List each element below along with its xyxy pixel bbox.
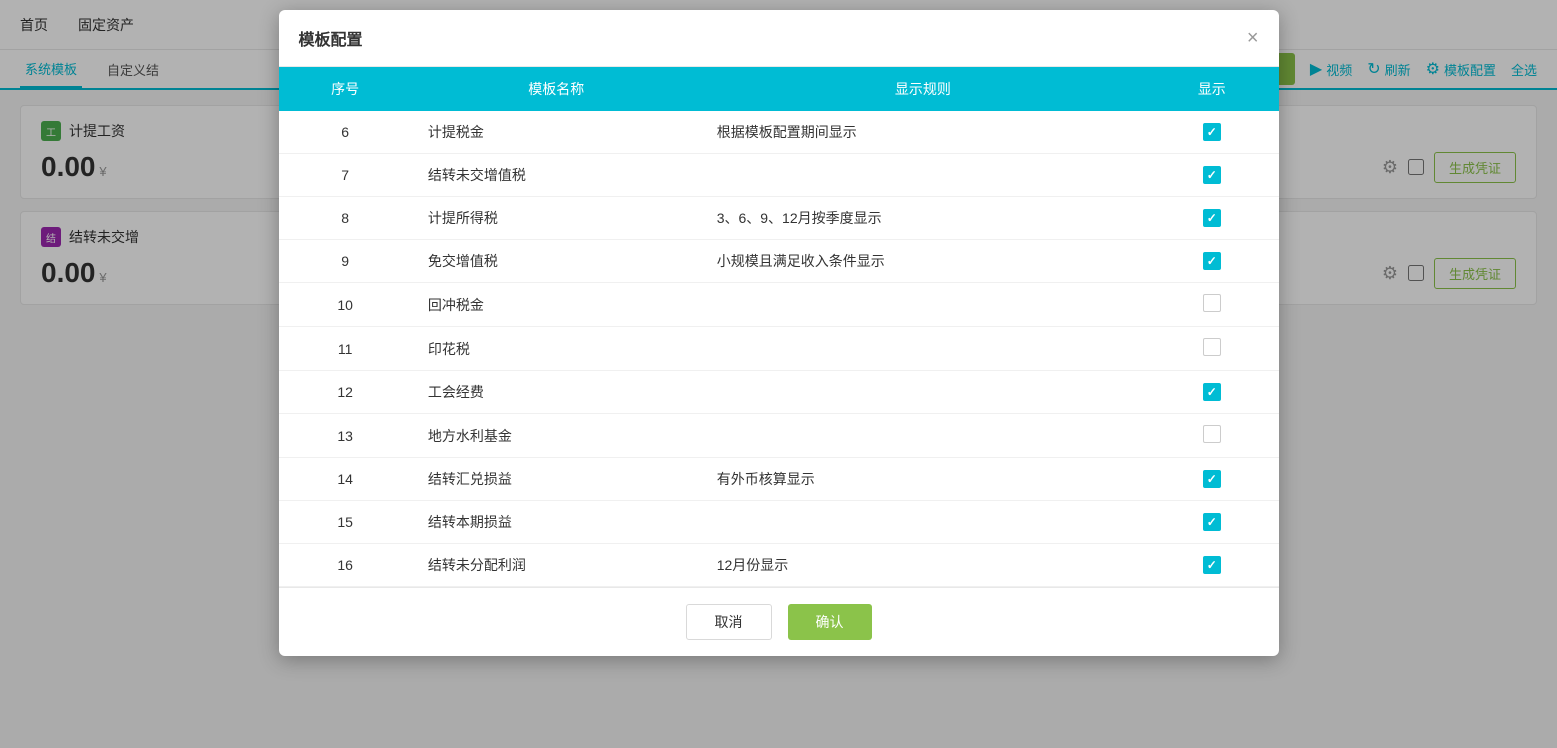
checkbox-15[interactable]	[1203, 513, 1221, 531]
cell-show	[1145, 414, 1278, 458]
config-table: 序号 模板名称 显示规则 显示 6计提税金根据模板配置期间显示7结转未交增值税8…	[279, 67, 1279, 587]
checkbox-8[interactable]	[1203, 209, 1221, 227]
checkbox-13[interactable]	[1203, 425, 1221, 443]
cell-rule	[701, 327, 1145, 371]
cell-name: 印花税	[412, 327, 701, 371]
table-row: 13地方水利基金	[279, 414, 1279, 458]
modal-header: 模板配置 ×	[279, 10, 1279, 67]
table-header-row: 序号 模板名称 显示规则 显示	[279, 67, 1279, 111]
checkbox-12[interactable]	[1203, 383, 1221, 401]
checkbox-7[interactable]	[1203, 166, 1221, 184]
cell-seq: 16	[279, 544, 412, 587]
cell-show	[1145, 240, 1278, 283]
cell-seq: 11	[279, 327, 412, 371]
cell-show	[1145, 111, 1278, 154]
cell-show	[1145, 327, 1278, 371]
checkbox-16[interactable]	[1203, 556, 1221, 574]
checkbox-10[interactable]	[1203, 294, 1221, 312]
cell-show	[1145, 371, 1278, 414]
modal-title: 模板配置	[299, 26, 363, 50]
cell-name: 计提税金	[412, 111, 701, 154]
confirm-button[interactable]: 确认	[788, 604, 872, 640]
cancel-button[interactable]: 取消	[686, 604, 772, 640]
cell-rule: 12月份显示	[701, 544, 1145, 587]
table-row: 15结转本期损益	[279, 501, 1279, 544]
cell-rule	[701, 501, 1145, 544]
col-header-show: 显示	[1145, 67, 1278, 111]
cell-rule	[701, 414, 1145, 458]
table-row: 11印花税	[279, 327, 1279, 371]
cell-rule	[701, 371, 1145, 414]
checkbox-11[interactable]	[1203, 338, 1221, 356]
table-wrapper[interactable]: 序号 模板名称 显示规则 显示 6计提税金根据模板配置期间显示7结转未交增值税8…	[279, 67, 1279, 587]
cell-rule: 小规模且满足收入条件显示	[701, 240, 1145, 283]
modal-template-config: 模板配置 × 序号 模板名称 显示规则 显示 6计提税金根据模板配置期间显	[279, 10, 1279, 656]
modal-body: 序号 模板名称 显示规则 显示 6计提税金根据模板配置期间显示7结转未交增值税8…	[279, 67, 1279, 587]
modal-overlay: 模板配置 × 序号 模板名称 显示规则 显示 6计提税金根据模板配置期间显	[0, 0, 1557, 748]
table-row: 14结转汇兑损益有外币核算显示	[279, 458, 1279, 501]
cell-seq: 7	[279, 154, 412, 197]
cell-rule	[701, 283, 1145, 327]
checkbox-6[interactable]	[1203, 123, 1221, 141]
cell-rule: 有外币核算显示	[701, 458, 1145, 501]
checkbox-14[interactable]	[1203, 470, 1221, 488]
table-row: 12工会经费	[279, 371, 1279, 414]
table-row: 9免交增值税小规模且满足收入条件显示	[279, 240, 1279, 283]
cell-rule	[701, 154, 1145, 197]
table-row: 8计提所得税3、6、9、12月按季度显示	[279, 197, 1279, 240]
cell-seq: 14	[279, 458, 412, 501]
table-row: 16结转未分配利润12月份显示	[279, 544, 1279, 587]
cell-seq: 6	[279, 111, 412, 154]
cell-name: 计提所得税	[412, 197, 701, 240]
cell-seq: 9	[279, 240, 412, 283]
cell-show	[1145, 197, 1278, 240]
cell-name: 回冲税金	[412, 283, 701, 327]
cell-seq: 12	[279, 371, 412, 414]
cell-name: 地方水利基金	[412, 414, 701, 458]
cell-seq: 15	[279, 501, 412, 544]
cell-name: 结转汇兑损益	[412, 458, 701, 501]
modal-close-button[interactable]: ×	[1247, 28, 1259, 48]
col-header-seq: 序号	[279, 67, 412, 111]
cell-name: 结转本期损益	[412, 501, 701, 544]
cell-name: 免交增值税	[412, 240, 701, 283]
cell-show	[1145, 154, 1278, 197]
cell-show	[1145, 544, 1278, 587]
cell-rule: 根据模板配置期间显示	[701, 111, 1145, 154]
cell-show	[1145, 458, 1278, 501]
col-header-rule: 显示规则	[701, 67, 1145, 111]
cell-name: 结转未分配利润	[412, 544, 701, 587]
cell-seq: 8	[279, 197, 412, 240]
cell-rule: 3、6、9、12月按季度显示	[701, 197, 1145, 240]
table-row: 6计提税金根据模板配置期间显示	[279, 111, 1279, 154]
cell-show	[1145, 501, 1278, 544]
cell-seq: 13	[279, 414, 412, 458]
cell-seq: 10	[279, 283, 412, 327]
cell-name: 结转未交增值税	[412, 154, 701, 197]
modal-footer: 取消 确认	[279, 587, 1279, 656]
cell-name: 工会经费	[412, 371, 701, 414]
checkbox-9[interactable]	[1203, 252, 1221, 270]
col-header-name: 模板名称	[412, 67, 701, 111]
table-row: 7结转未交增值税	[279, 154, 1279, 197]
cell-show	[1145, 283, 1278, 327]
table-row: 10回冲税金	[279, 283, 1279, 327]
